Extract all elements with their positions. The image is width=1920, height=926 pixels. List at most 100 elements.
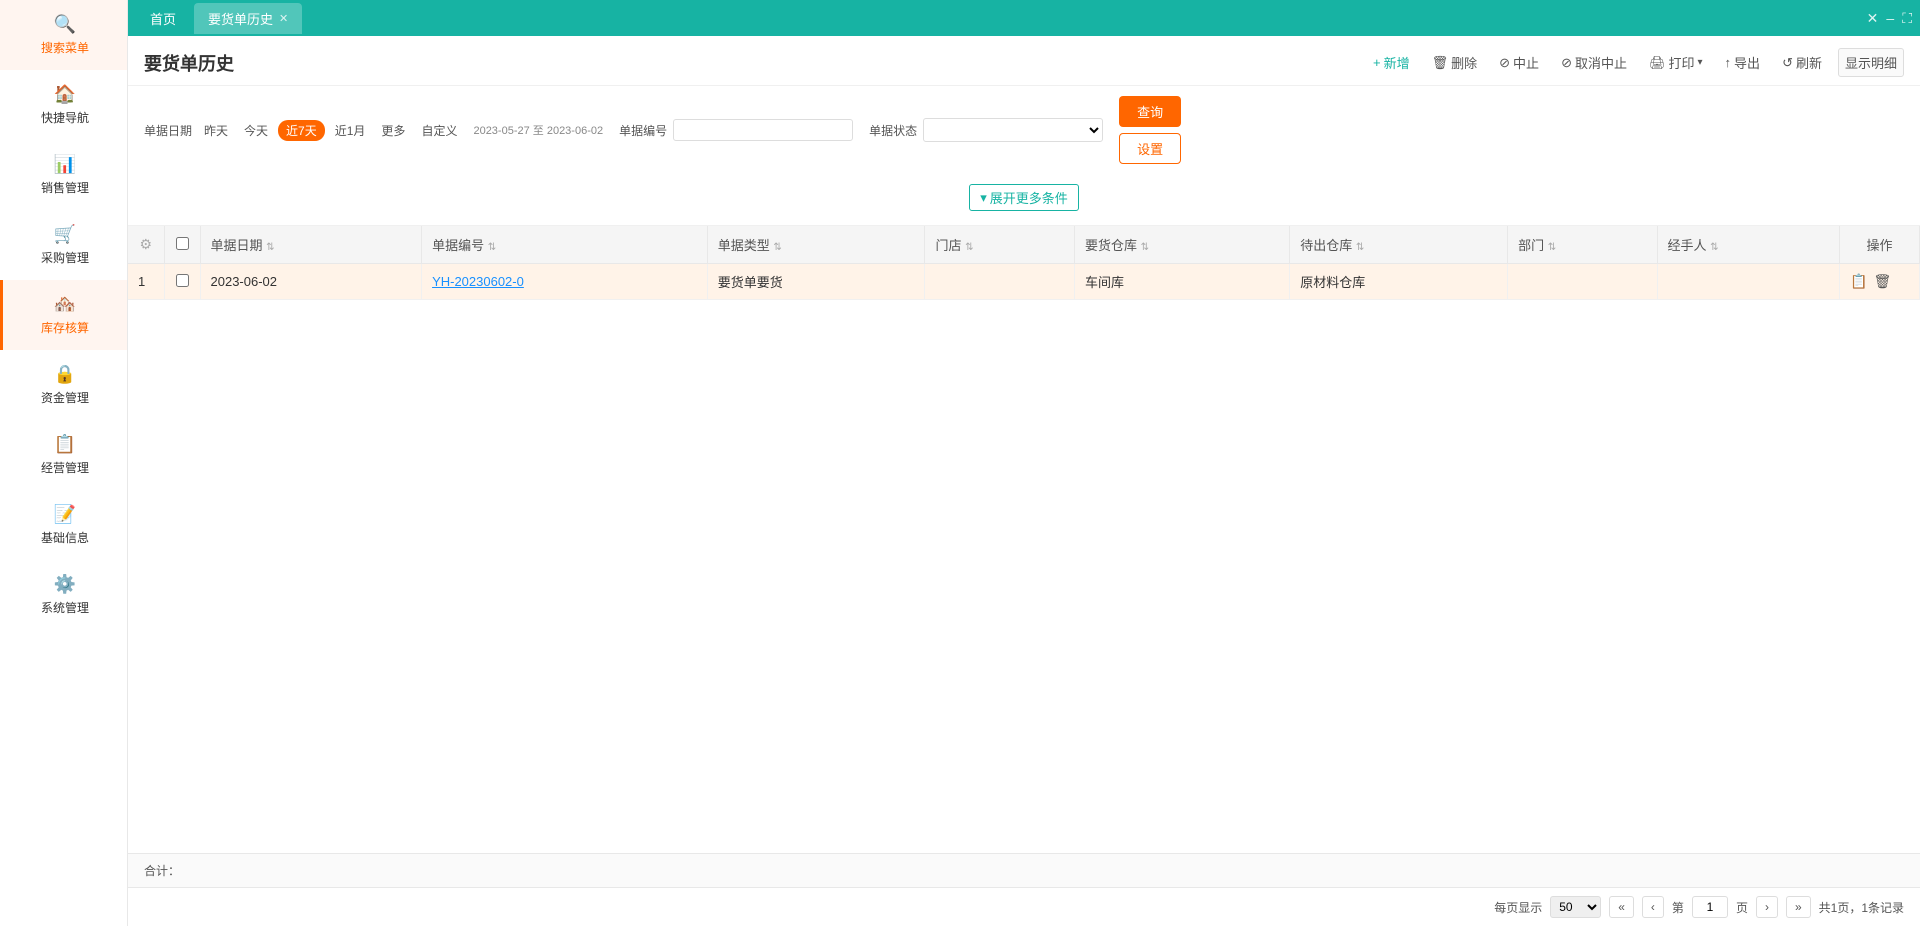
department-sort-icon: ⇅ (1548, 242, 1556, 253)
main-area: 首页 要货单历史 ✕ ✕ – ⛶ 要货单历史 + 新增 🗑 删除 (128, 0, 1920, 926)
sidebar-item-search-menu[interactable]: 🔍 搜索菜单 (0, 0, 127, 70)
select-all-checkbox[interactable] (176, 237, 189, 250)
expand-more-button[interactable]: ▾ 展开更多条件 (969, 184, 1079, 211)
sidebar-item-purchase[interactable]: 🛒 采购管理 (0, 210, 127, 280)
data-table: ⚙ 单据日期 ⇅ 单据编号 ⇅ (128, 226, 1920, 300)
doc-number-label: 单据编号 (619, 122, 667, 139)
inventory-icon: 🏘️ (54, 294, 76, 315)
prev-page-button[interactable]: ‹ (1642, 896, 1664, 918)
sidebar-item-inventory[interactable]: 🏘️ 库存核算 (0, 280, 127, 350)
settings-button[interactable]: 设置 (1119, 133, 1181, 164)
table-row: 1 2023-06-02 YH-20230602-0 要货单要货 车间库 原材料… (128, 264, 1920, 300)
sidebar-item-basic[interactable]: 📝 基础信息 (0, 490, 127, 560)
system-icon: ⚙️ (54, 574, 76, 595)
toolbar: + 新增 🗑 删除 ⊘ 中止 ⊘ 取消中止 🖨 打印 (1367, 48, 1904, 77)
col-number-header[interactable]: 单据编号 ⇅ (422, 226, 708, 264)
col-department-header[interactable]: 部门 ⇅ (1508, 226, 1657, 264)
window-minimize-icon[interactable]: – (1886, 10, 1894, 26)
date-last-month-btn[interactable]: 近1月 (329, 120, 372, 141)
tab-close-icon[interactable]: ✕ (279, 12, 288, 25)
finance-icon: 🔒 (54, 364, 76, 385)
doc-status-select[interactable] (923, 118, 1103, 142)
home-icon: 🏠 (54, 84, 76, 105)
tab-bar-right: ✕ – ⛶ (1867, 10, 1912, 27)
row-edit-icon[interactable]: 📋 (1850, 273, 1867, 290)
row-type-cell: 要货单要货 (707, 264, 925, 300)
page-label: 第 (1672, 899, 1684, 916)
page-number-input[interactable] (1692, 896, 1728, 918)
table-body: 1 2023-06-02 YH-20230602-0 要货单要货 车间库 原材料… (128, 264, 1920, 300)
sidebar-item-finance[interactable]: 🔒 资金管理 (0, 350, 127, 420)
window-close-icon[interactable]: ✕ (1867, 10, 1879, 27)
col-date-header[interactable]: 单据日期 ⇅ (200, 226, 422, 264)
next-page-button[interactable]: › (1756, 896, 1778, 918)
tab-requisition-history[interactable]: 要货单历史 ✕ (194, 3, 302, 34)
summary-label: 合计： (144, 862, 180, 879)
first-page-button[interactable]: « (1609, 896, 1634, 918)
row-handler-cell (1657, 264, 1839, 300)
sidebar-item-quick-nav[interactable]: 🏠 快捷导航 (0, 70, 127, 140)
export-button[interactable]: ↑ 导出 (1719, 49, 1767, 76)
filter-bar: 单据日期 昨天 今天 近7天 近1月 更多 自定义 2023-05-27 至 2… (128, 86, 1920, 226)
row-num-cell: 1 (128, 264, 164, 300)
date-filter-options: 昨天 今天 近7天 近1月 更多 自定义 (198, 120, 463, 141)
pending-warehouse-sort-icon: ⇅ (1356, 242, 1364, 253)
date-last7-btn[interactable]: 近7天 (278, 120, 325, 141)
query-button[interactable]: 查询 (1119, 96, 1181, 127)
display-detail-button[interactable]: 显示明细 (1838, 48, 1904, 77)
window-maximize-icon[interactable]: ⛶ (1902, 10, 1912, 27)
per-page-label: 每页显示 (1494, 899, 1542, 916)
stop-button[interactable]: ⊘ 中止 (1493, 49, 1545, 76)
doc-status-filter-group: 单据状态 (869, 118, 1103, 142)
tab-home-label: 首页 (150, 9, 176, 28)
sidebar-item-operations[interactable]: 📋 经营管理 (0, 420, 127, 490)
date-yesterday-btn[interactable]: 昨天 (198, 120, 234, 141)
search-menu-icon: 🔍 (54, 14, 76, 35)
tab-home[interactable]: 首页 (136, 3, 190, 34)
store-sort-icon: ⇅ (965, 242, 973, 253)
cancel-stop-button[interactable]: ⊘ 取消中止 (1555, 49, 1633, 76)
col-pending-warehouse-header[interactable]: 待出仓库 ⇅ (1290, 226, 1508, 264)
add-button[interactable]: + 新增 (1367, 49, 1416, 76)
sidebar: 🔍 搜索菜单 🏠 快捷导航 📊 销售管理 🛒 采购管理 🏘️ 库存核算 🔒 资金… (0, 0, 128, 926)
col-actions-header: 操作 (1840, 226, 1920, 264)
content-area: 要货单历史 + 新增 🗑 删除 ⊘ 中止 ⊘ 取消中止 (128, 36, 1920, 926)
refresh-button[interactable]: ↺ 刷新 (1776, 49, 1828, 76)
sidebar-item-sales[interactable]: 📊 销售管理 (0, 140, 127, 210)
stop-icon: ⊘ (1499, 55, 1510, 71)
row-delete-icon[interactable]: 🗑 (1873, 273, 1891, 290)
type-sort-icon: ⇅ (773, 242, 781, 253)
date-today-btn[interactable]: 今天 (238, 120, 274, 141)
row-actions-cell: 📋 🗑 (1840, 264, 1920, 300)
tab-bar: 首页 要货单历史 ✕ ✕ – ⛶ (128, 0, 1920, 36)
col-checkbox-header (164, 226, 200, 264)
per-page-select[interactable]: 50 100 (1550, 896, 1601, 918)
col-store-header[interactable]: 门店 ⇅ (925, 226, 1074, 264)
date-custom-btn[interactable]: 自定义 (415, 120, 463, 141)
print-dropdown-icon: ▾ (1698, 57, 1703, 68)
sidebar-item-system[interactable]: ⚙️ 系统管理 (0, 560, 127, 630)
last-page-button[interactable]: » (1786, 896, 1811, 918)
row-pending-warehouse-cell: 原材料仓库 (1290, 264, 1508, 300)
col-handler-header[interactable]: 经手人 ⇅ (1657, 226, 1839, 264)
row-checkbox-cell (164, 264, 200, 300)
doc-status-label: 单据状态 (869, 122, 917, 139)
row-checkbox[interactable] (176, 274, 189, 287)
date-sort-icon: ⇅ (266, 242, 274, 253)
col-type-header[interactable]: 单据类型 ⇅ (707, 226, 925, 264)
operations-icon: 📋 (54, 434, 76, 455)
row-store-cell (925, 264, 1074, 300)
total-info: 共1页，1条记录 (1819, 899, 1904, 916)
date-range-display: 2023-05-27 至 2023-06-02 (473, 122, 603, 138)
doc-number-input[interactable] (673, 119, 853, 141)
number-sort-icon: ⇅ (488, 242, 496, 253)
table-area: ⚙ 单据日期 ⇅ 单据编号 ⇅ (128, 226, 1920, 853)
page-title: 要货单历史 (144, 50, 234, 76)
table-settings-icon[interactable]: ⚙ (139, 236, 152, 252)
doc-number-link[interactable]: YH-20230602-0 (432, 274, 524, 289)
date-filter-group: 单据日期 昨天 今天 近7天 近1月 更多 自定义 2023-05-27 至 2… (144, 120, 603, 141)
col-req-warehouse-header[interactable]: 要货仓库 ⇅ (1074, 226, 1289, 264)
date-more-btn[interactable]: 更多 (375, 120, 411, 141)
delete-button[interactable]: 🗑 删除 (1426, 49, 1484, 76)
print-button[interactable]: 🖨 打印 ▾ (1643, 49, 1709, 76)
